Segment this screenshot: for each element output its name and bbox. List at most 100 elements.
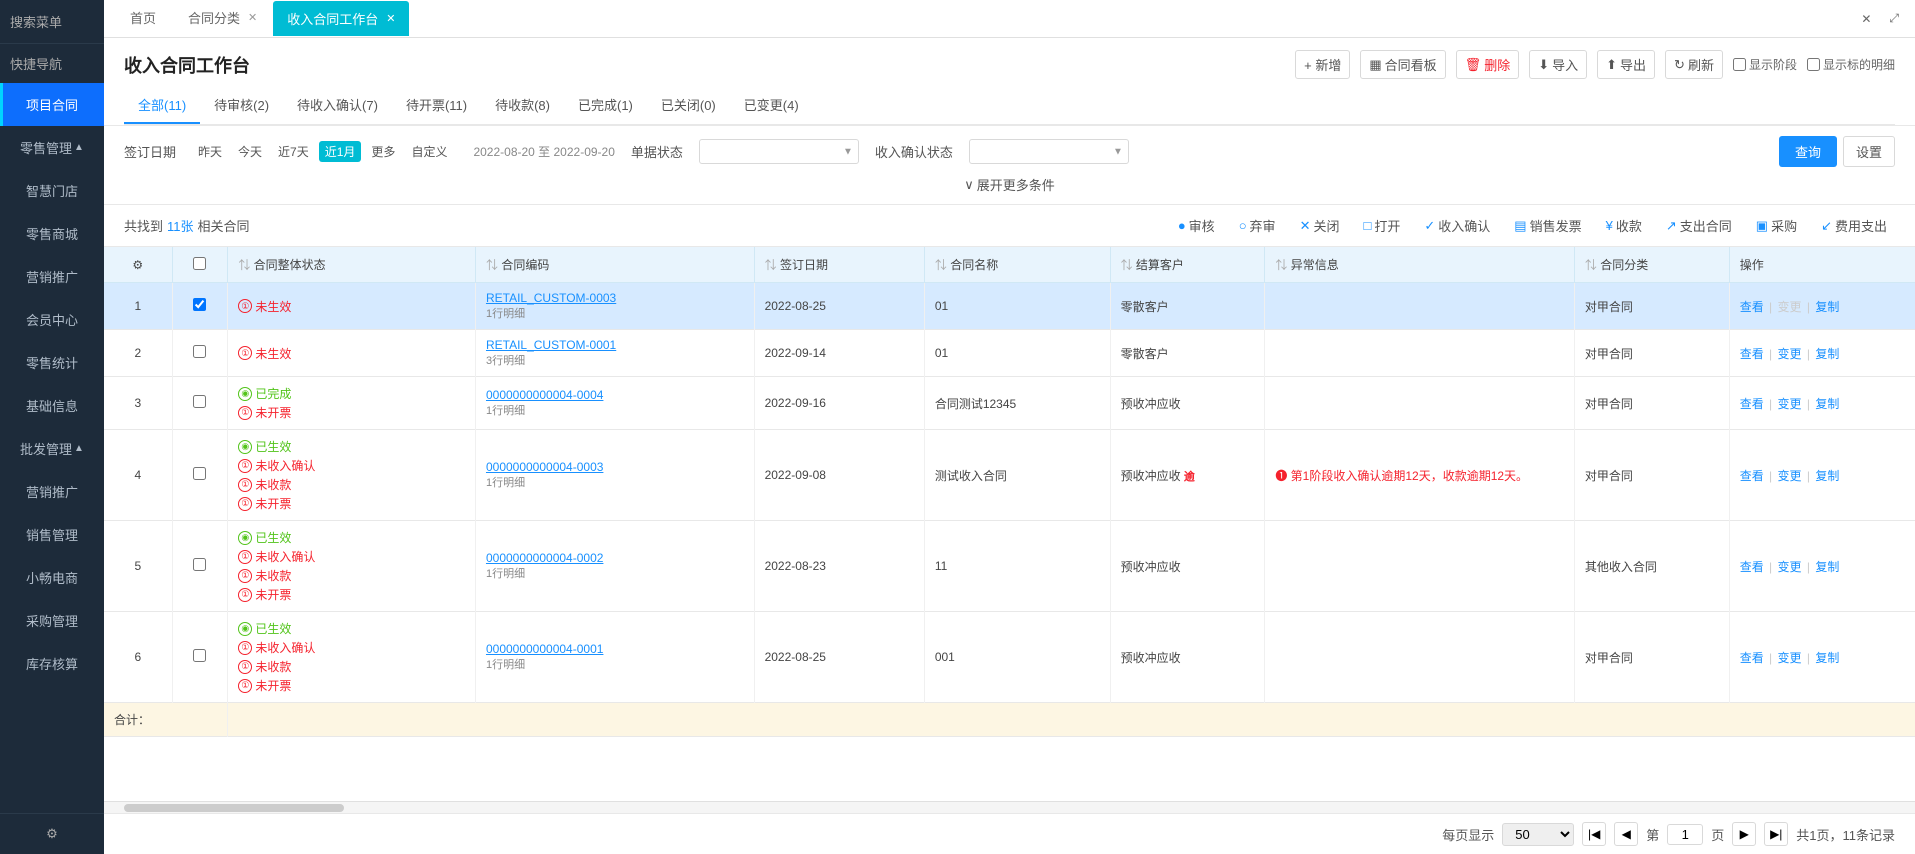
filter-setting-btn[interactable]: 设置 bbox=[1843, 136, 1895, 167]
copy-btn[interactable]: 复制 bbox=[1815, 347, 1839, 361]
sidebar-item-marketing2[interactable]: 营销推广 bbox=[0, 470, 104, 513]
sales-invoice-btn[interactable]: ▤ 销售发票 bbox=[1506, 213, 1589, 238]
date-btn-more[interactable]: 更多 bbox=[365, 141, 401, 162]
sidebar-item-xiaochu[interactable]: 小畅电商 bbox=[0, 556, 104, 599]
contract-link[interactable]: RETAIL_CUSTOM-0001 bbox=[486, 338, 616, 352]
tab-income-workbench[interactable]: 收入合同工作台 ✕ bbox=[273, 1, 409, 36]
view-btn[interactable]: 查看 bbox=[1740, 347, 1764, 361]
contract-board-btn[interactable]: ▦ 合同看板 bbox=[1360, 50, 1445, 79]
sub-tab-pending-income[interactable]: 待收入确认(7) bbox=[283, 87, 392, 124]
income-confirm-select[interactable] bbox=[969, 139, 1129, 164]
contract-link[interactable]: 0000000000004-0004 bbox=[486, 388, 603, 402]
review-btn[interactable]: ● 审核 bbox=[1170, 213, 1223, 238]
select-all-checkbox[interactable] bbox=[193, 257, 206, 270]
sidebar-item-smart-store[interactable]: 智慧门店 bbox=[0, 169, 104, 212]
sidebar-item-project[interactable]: 项目合同 bbox=[0, 83, 104, 126]
sub-tab-pending-review[interactable]: 待审核(2) bbox=[200, 87, 283, 124]
contract-link[interactable]: 0000000000004-0002 bbox=[486, 551, 603, 565]
sub-tab-pending-invoice[interactable]: 待开票(11) bbox=[392, 87, 481, 124]
change-btn[interactable]: 变更 bbox=[1778, 347, 1802, 361]
sidebar-item-purchase[interactable]: 采购管理 bbox=[0, 599, 104, 642]
payment-btn[interactable]: ¥ 收款 bbox=[1598, 213, 1650, 238]
copy-btn[interactable]: 复制 bbox=[1815, 397, 1839, 411]
out-contract-btn[interactable]: ↗ 支出合同 bbox=[1658, 213, 1740, 238]
sub-tab-pending-payment[interactable]: 待收款(8) bbox=[481, 87, 564, 124]
sidebar-item-marketing[interactable]: 营销推广 bbox=[0, 255, 104, 298]
delete-btn[interactable]: 🗑 删除 bbox=[1456, 50, 1520, 79]
row-checkbox[interactable] bbox=[193, 298, 206, 311]
sidebar-item-member[interactable]: 会员中心 bbox=[0, 298, 104, 341]
add-btn[interactable]: + 新增 bbox=[1295, 50, 1350, 79]
tab-expand-btn[interactable]: ⤢ bbox=[1883, 9, 1905, 28]
sub-tab-all[interactable]: 全部(11) bbox=[124, 87, 200, 124]
contract-link[interactable]: 0000000000004-0003 bbox=[486, 460, 603, 474]
sidebar-settings-btn[interactable]: ⚙ bbox=[0, 813, 104, 854]
tab-close-contract-category[interactable]: ✕ bbox=[248, 11, 257, 24]
horizontal-scrollbar[interactable] bbox=[104, 801, 1915, 813]
row-checkbox[interactable] bbox=[193, 558, 206, 571]
income-confirm-btn[interactable]: ✓ 收入确认 bbox=[1416, 213, 1498, 238]
close-contract-btn[interactable]: ✕ 关闭 bbox=[1292, 213, 1348, 238]
purchase-btn[interactable]: ▣ 采购 bbox=[1748, 213, 1805, 238]
tab-home[interactable]: 首页 bbox=[114, 0, 172, 37]
copy-btn[interactable]: 复制 bbox=[1815, 560, 1839, 574]
sidebar-item-retail-stats[interactable]: 零售统计 bbox=[0, 341, 104, 384]
view-btn[interactable]: 查看 bbox=[1740, 397, 1764, 411]
copy-btn[interactable]: 复制 bbox=[1815, 300, 1839, 314]
prev-page-btn[interactable]: ◀ bbox=[1614, 822, 1638, 846]
sidebar-item-inventory[interactable]: 库存核算 bbox=[0, 642, 104, 685]
sub-tab-changed[interactable]: 已变更(4) bbox=[730, 87, 813, 124]
view-btn[interactable]: 查看 bbox=[1740, 651, 1764, 665]
date-btn-custom[interactable]: 自定义 bbox=[405, 141, 453, 162]
change-btn[interactable]: 变更 bbox=[1778, 651, 1802, 665]
export-btn[interactable]: ⬆ 导出 bbox=[1597, 50, 1655, 79]
scrollbar-thumb[interactable] bbox=[124, 804, 344, 812]
view-btn[interactable]: 查看 bbox=[1740, 560, 1764, 574]
contract-link[interactable]: RETAIL_CUSTOM-0003 bbox=[486, 291, 616, 305]
view-btn[interactable]: 查看 bbox=[1740, 469, 1764, 483]
sidebar-quick-nav[interactable]: 快捷导航 bbox=[0, 44, 104, 83]
search-btn[interactable]: 查询 bbox=[1779, 136, 1837, 167]
date-btn-today[interactable]: 今天 bbox=[232, 141, 268, 162]
expense-out-btn[interactable]: ↙ 费用支出 bbox=[1813, 213, 1895, 238]
abandon-btn[interactable]: ○ 弃审 bbox=[1231, 213, 1284, 238]
open-contract-btn[interactable]: □ 打开 bbox=[1355, 213, 1408, 238]
row-checkbox[interactable] bbox=[193, 395, 206, 408]
date-btn-yesterday[interactable]: 昨天 bbox=[192, 141, 228, 162]
view-btn[interactable]: 查看 bbox=[1740, 300, 1764, 314]
col-settings[interactable]: ⚙ bbox=[104, 247, 172, 283]
tab-close-all-btn[interactable]: ✕ bbox=[1855, 10, 1877, 28]
change-btn[interactable]: 变更 bbox=[1778, 560, 1802, 574]
show-stage-checkbox[interactable]: 显示阶段 bbox=[1733, 56, 1797, 73]
change-btn[interactable]: 变更 bbox=[1778, 397, 1802, 411]
import-btn[interactable]: ⬇ 导入 bbox=[1529, 50, 1587, 79]
row-checkbox[interactable] bbox=[193, 649, 206, 662]
show-stage-input[interactable] bbox=[1733, 58, 1746, 71]
tab-close-income-workbench[interactable]: ✕ bbox=[386, 12, 395, 25]
sidebar-item-wholesale[interactable]: 批发管理 ▲ bbox=[0, 427, 104, 470]
show-detail-input[interactable] bbox=[1807, 58, 1820, 71]
first-page-btn[interactable]: |◀ bbox=[1582, 822, 1606, 846]
sidebar-item-base-info[interactable]: 基础信息 bbox=[0, 384, 104, 427]
date-btn-last7[interactable]: 近7天 bbox=[272, 141, 315, 162]
sidebar-item-sales-mgr[interactable]: 销售管理 bbox=[0, 513, 104, 556]
doc-status-select[interactable] bbox=[699, 139, 859, 164]
sidebar-search[interactable]: 搜索菜单 bbox=[0, 0, 104, 44]
change-btn[interactable]: 变更 bbox=[1778, 469, 1802, 483]
row-checkbox[interactable] bbox=[193, 345, 206, 358]
tab-contract-category[interactable]: 合同分类 ✕ bbox=[172, 0, 273, 37]
page-size-select[interactable]: 50 20 100 bbox=[1502, 823, 1574, 846]
expand-more-btn[interactable]: ∨ 展开更多条件 bbox=[964, 175, 1055, 194]
copy-btn[interactable]: 复制 bbox=[1815, 651, 1839, 665]
page-input[interactable] bbox=[1667, 824, 1703, 845]
next-page-btn[interactable]: ▶ bbox=[1732, 822, 1756, 846]
contract-link[interactable]: 0000000000004-0001 bbox=[486, 642, 603, 656]
sub-tab-completed[interactable]: 已完成(1) bbox=[564, 87, 647, 124]
last-page-btn[interactable]: ▶| bbox=[1764, 822, 1788, 846]
sub-tab-closed[interactable]: 已关闭(0) bbox=[647, 87, 730, 124]
sidebar-item-retail-mall[interactable]: 零售商城 bbox=[0, 212, 104, 255]
copy-btn[interactable]: 复制 bbox=[1815, 469, 1839, 483]
sidebar-item-retail[interactable]: 零售管理 ▲ bbox=[0, 126, 104, 169]
refresh-btn[interactable]: ↻ 刷新 bbox=[1665, 50, 1723, 79]
show-detail-checkbox[interactable]: 显示标的明细 bbox=[1807, 56, 1895, 73]
